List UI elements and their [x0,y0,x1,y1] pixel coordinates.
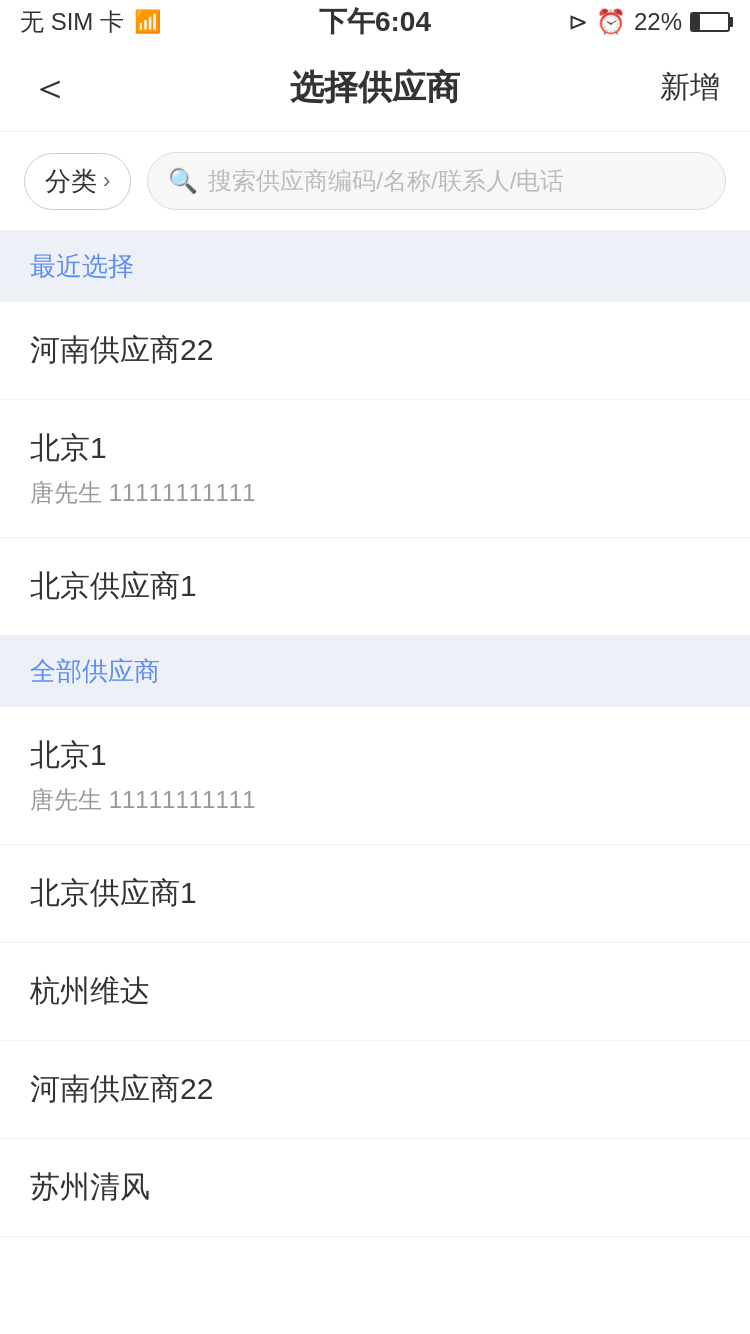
item-contact: 唐先生 11111111111 [30,784,720,816]
item-name: 北京1 [30,428,720,469]
status-time: 下午6:04 [319,3,431,41]
list-item[interactable]: 北京1 唐先生 11111111111 [0,400,750,538]
list-item[interactable]: 河南供应商22 [0,1041,750,1139]
filter-bar: 分类 › 🔍 搜索供应商编码/名称/联系人/电话 [0,132,750,231]
item-name: 河南供应商22 [30,330,720,371]
battery-icon [690,12,730,32]
battery-percent: 22% [634,8,682,36]
recent-items-list: 河南供应商22 北京1 唐先生 11111111111 北京供应商1 [0,302,750,636]
nav-bar: ＜ 选择供应商 新增 [0,44,750,132]
category-label: 分类 [45,164,97,199]
no-sim-label: 无 SIM 卡 [20,6,124,38]
add-button[interactable]: 新增 [660,67,720,108]
chevron-right-icon: › [103,168,110,194]
list-item[interactable]: 北京供应商1 [0,845,750,943]
all-section-label: 全部供应商 [30,656,160,686]
recent-section-header: 最近选择 [0,231,750,302]
back-button[interactable]: ＜ [30,60,90,115]
status-left: 无 SIM 卡 📶 [20,6,161,38]
location-icon: ⊳ [568,8,588,36]
search-icon: 🔍 [168,167,198,195]
back-icon: ＜ [30,60,70,115]
item-name: 杭州维达 [30,971,720,1012]
wifi-icon: 📶 [134,9,161,35]
all-items-list: 北京1 唐先生 11111111111 北京供应商1 杭州维达河南供应商22 苏州清风 [0,707,750,1237]
recent-section-label: 最近选择 [30,251,134,281]
all-section-header: 全部供应商 [0,636,750,707]
list-item[interactable]: 苏州清风 [0,1139,750,1237]
list-item[interactable]: 河南供应商22 [0,302,750,400]
page-title: 选择供应商 [90,65,660,111]
status-bar: 无 SIM 卡 📶 下午6:04 ⊳ ⏰ 22% [0,0,750,44]
item-name: 苏州清风 [30,1167,720,1208]
list-item[interactable]: 北京1 唐先生 11111111111 [0,707,750,845]
alarm-icon: ⏰ [596,8,626,36]
status-right: ⊳ ⏰ 22% [568,8,730,36]
item-name: 北京供应商1 [30,873,720,914]
search-placeholder: 搜索供应商编码/名称/联系人/电话 [208,165,564,197]
item-name: 河南供应商22 [30,1069,720,1110]
item-contact: 唐先生 11111111111 [30,477,720,509]
list-item[interactable]: 杭州维达 [0,943,750,1041]
item-name: 北京1 [30,735,720,776]
item-name: 北京供应商1 [30,566,720,607]
search-box[interactable]: 🔍 搜索供应商编码/名称/联系人/电话 [147,152,726,210]
list-item[interactable]: 北京供应商1 [0,538,750,636]
category-button[interactable]: 分类 › [24,153,131,210]
